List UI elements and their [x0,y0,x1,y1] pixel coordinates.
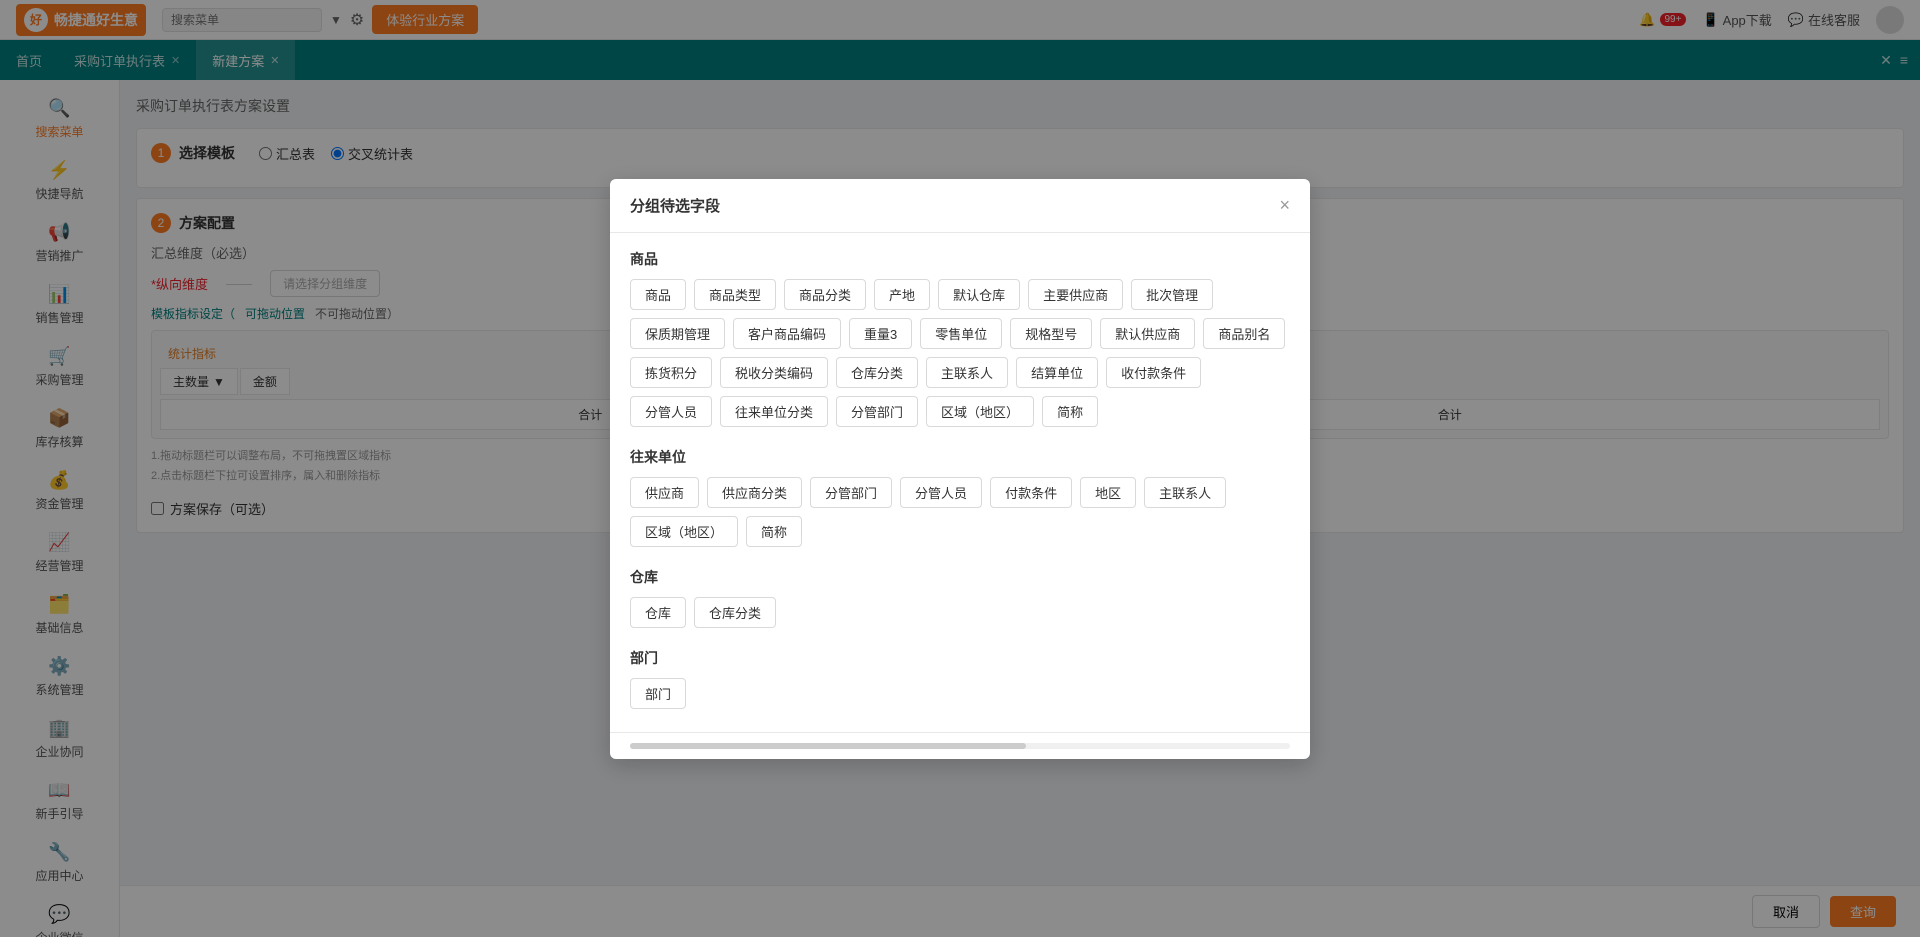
field-chip-0-6[interactable]: 批次管理 [1131,279,1213,310]
field-chip-0-24[interactable]: 简称 [1042,396,1098,427]
modal-overlay[interactable]: 分组待选字段 × 商品商品商品类型商品分类产地默认仓库主要供应商批次管理保质期管… [0,0,1920,937]
field-chip-0-23[interactable]: 区域（地区） [926,396,1034,427]
field-chip-1-4[interactable]: 付款条件 [990,477,1072,508]
field-chip-0-2[interactable]: 商品分类 [784,279,866,310]
field-chip-0-13[interactable]: 商品别名 [1203,318,1285,349]
modal-header: 分组待选字段 × [610,179,1310,233]
modal-section-chips-0: 商品商品类型商品分类产地默认仓库主要供应商批次管理保质期管理客户商品编码重量3 零… [630,279,1290,427]
field-chip-1-6[interactable]: 主联系人 [1144,477,1226,508]
modal-section-2: 仓库仓库仓库分类 [630,567,1290,628]
modal-section-chips-1: 供应商供应商分类分管部门分管人员付款条件地区主联系人区域（地区） 简称 [630,477,1290,547]
field-chip-0-7[interactable]: 保质期管理 [630,318,725,349]
field-chip-0-4[interactable]: 默认仓库 [938,279,1020,310]
field-chip-1-0[interactable]: 供应商 [630,477,699,508]
field-chip-0-20[interactable]: 分管人员 [630,396,712,427]
field-chip-0-5[interactable]: 主要供应商 [1028,279,1123,310]
modal-scrollbar[interactable] [630,743,1290,749]
field-chip-3-0[interactable]: 部门 [630,678,686,709]
modal-section-1: 往来单位供应商供应商分类分管部门分管人员付款条件地区主联系人区域（地区） 简称 [630,447,1290,547]
field-chip-1-1[interactable]: 供应商分类 [707,477,802,508]
modal-body: 商品商品商品类型商品分类产地默认仓库主要供应商批次管理保质期管理客户商品编码重量… [610,233,1310,732]
modal: 分组待选字段 × 商品商品商品类型商品分类产地默认仓库主要供应商批次管理保质期管… [610,179,1310,759]
field-chip-1-3[interactable]: 分管人员 [900,477,982,508]
field-chip-0-16[interactable]: 仓库分类 [836,357,918,388]
field-chip-1-8[interactable]: 简称 [746,516,802,547]
modal-section-chips-2: 仓库仓库分类 [630,597,1290,628]
field-chip-1-7[interactable]: 区域（地区） [630,516,738,547]
field-chip-1-2[interactable]: 分管部门 [810,477,892,508]
modal-section-chips-3: 部门 [630,678,1290,709]
field-chip-0-22[interactable]: 分管部门 [836,396,918,427]
modal-section-title-1: 往来单位 [630,447,1290,467]
modal-section-title-3: 部门 [630,648,1290,668]
field-chip-0-18[interactable]: 结算单位 [1016,357,1098,388]
field-chip-0-14[interactable]: 拣货积分 [630,357,712,388]
field-chip-2-1[interactable]: 仓库分类 [694,597,776,628]
field-chip-0-21[interactable]: 往来单位分类 [720,396,828,427]
field-chip-0-11[interactable]: 规格型号 [1010,318,1092,349]
field-chip-2-0[interactable]: 仓库 [630,597,686,628]
field-chip-0-10[interactable]: 零售单位 [920,318,1002,349]
field-chip-0-8[interactable]: 客户商品编码 [733,318,841,349]
modal-footer [610,732,1310,759]
field-chip-0-1[interactable]: 商品类型 [694,279,776,310]
modal-section-3: 部门部门 [630,648,1290,709]
modal-section-title-2: 仓库 [630,567,1290,587]
field-chip-0-9[interactable]: 重量3 [849,318,912,349]
field-chip-0-17[interactable]: 主联系人 [926,357,1008,388]
modal-title: 分组待选字段 [630,195,720,216]
modal-section-title-0: 商品 [630,249,1290,269]
field-chip-0-15[interactable]: 税收分类编码 [720,357,828,388]
field-chip-0-0[interactable]: 商品 [630,279,686,310]
modal-close-button[interactable]: × [1279,195,1290,216]
modal-section-0: 商品商品商品类型商品分类产地默认仓库主要供应商批次管理保质期管理客户商品编码重量… [630,249,1290,427]
field-chip-0-19[interactable]: 收付款条件 [1106,357,1201,388]
field-chip-0-3[interactable]: 产地 [874,279,930,310]
field-chip-1-5[interactable]: 地区 [1080,477,1136,508]
field-chip-0-12[interactable]: 默认供应商 [1100,318,1195,349]
